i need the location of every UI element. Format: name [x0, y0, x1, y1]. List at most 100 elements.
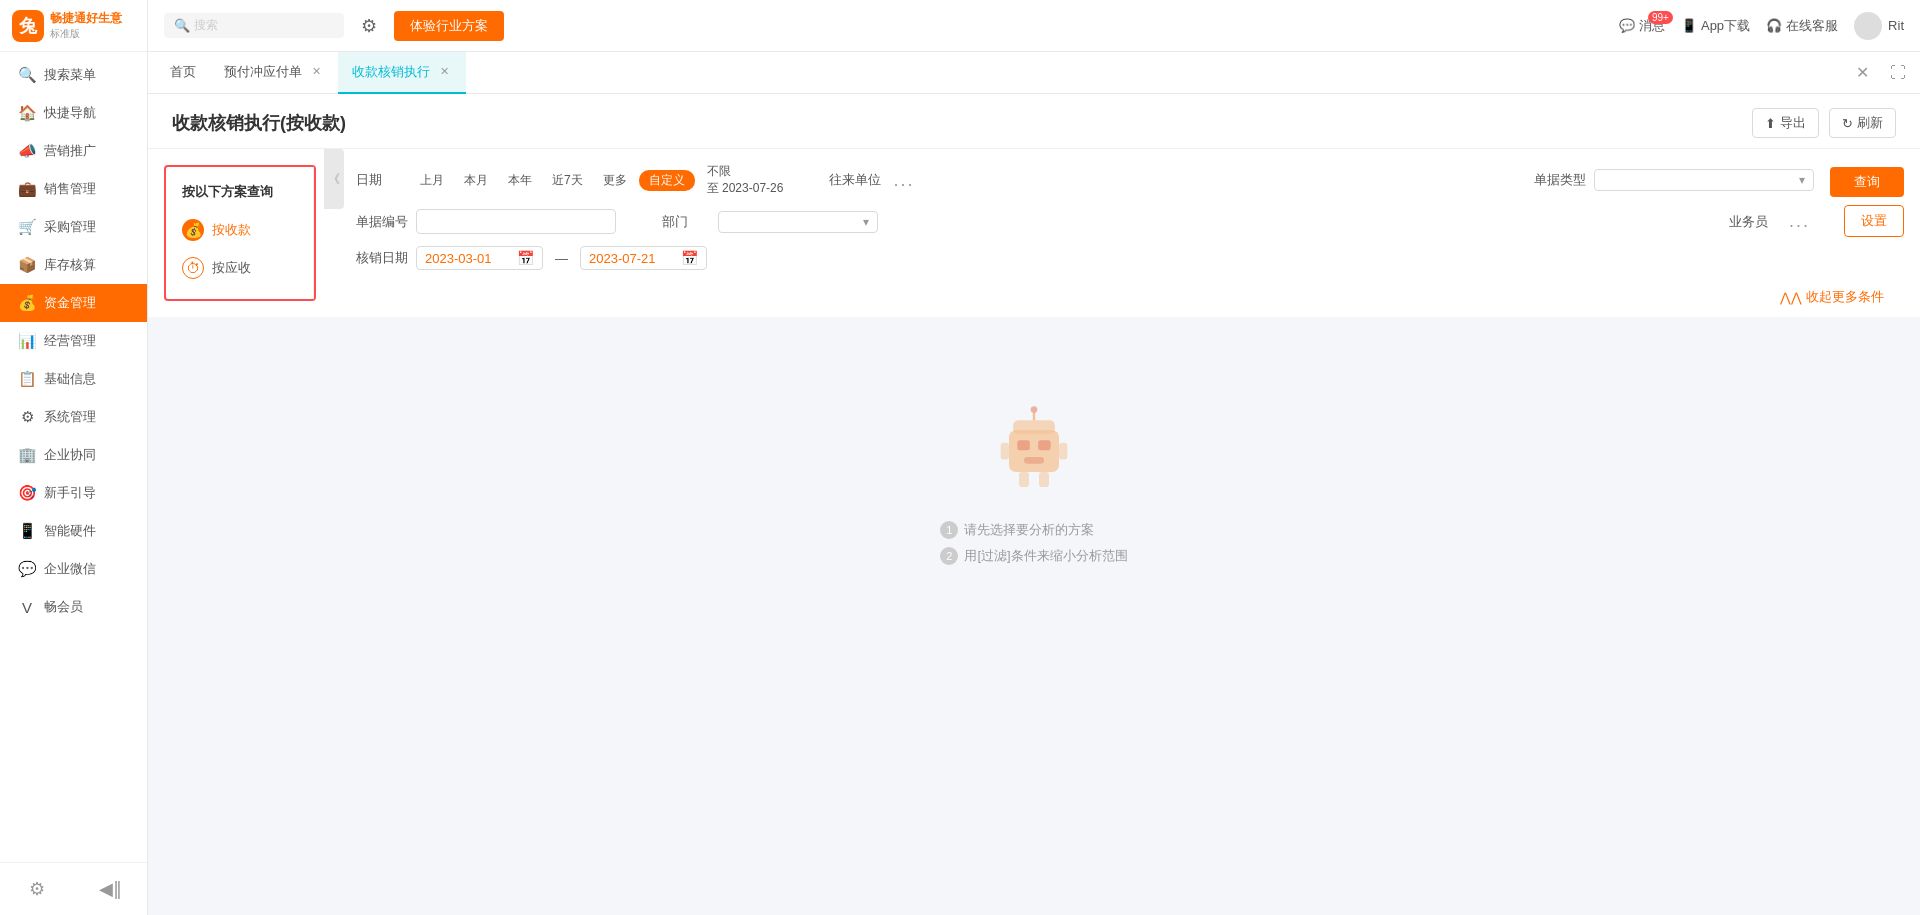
finance-icon: 💰 — [18, 294, 36, 312]
tab-expand-btn[interactable]: ⛶ — [1884, 59, 1912, 87]
topbar-right: 💬 消息 99+ 📱 App下载 🎧 在线客服 Rit — [1619, 12, 1904, 40]
date-custom-btn[interactable]: 自定义 — [639, 170, 695, 191]
filter-option-by-receivable[interactable]: ⏱ 按应收 — [166, 249, 313, 287]
counterpart-dots-btn[interactable]: ... — [889, 170, 918, 191]
basic-info-icon: 📋 — [18, 370, 36, 388]
tab-receipt-writeoff[interactable]: 收款核销执行 ✕ — [338, 52, 466, 94]
wechat-work-icon: 💬 — [18, 560, 36, 578]
filter-option-by-receipt[interactable]: 💰 按收款 — [166, 211, 313, 249]
date-this-month-btn[interactable]: 本月 — [456, 170, 496, 191]
query-button[interactable]: 查询 — [1830, 167, 1904, 197]
counterpart-field: 往来单位 ... — [829, 170, 918, 191]
collapse-chevron-icon: ⋀⋀ — [1780, 290, 1802, 305]
page-content: 收款核销执行(按收款) ⬆ 导出 ↻ 刷新 按以下方案查询 — [148, 94, 1920, 915]
writeoff-end-date[interactable]: 📅 — [580, 246, 707, 270]
filter-sidebar-collapse-btn[interactable]: 《 — [324, 149, 344, 209]
sidebar: 兔 畅捷通好生意 标准版 🔍 搜索菜单 🏠 快捷导航 📣 营销推广 💼 销售管理… — [0, 0, 148, 915]
salesperson-dots-btn[interactable]: ... — [1785, 211, 1814, 232]
user-area[interactable]: Rit — [1854, 12, 1904, 40]
date-label: 日期 — [356, 171, 404, 189]
topbar-gear-btn[interactable]: ⚙ — [354, 11, 384, 41]
step2-num: 2 — [940, 547, 958, 565]
doctype-chevron-icon: ▾ — [1799, 173, 1805, 187]
tab-prepayment-close[interactable]: ✕ — [308, 64, 324, 80]
writeoff-date-label: 核销日期 — [356, 249, 408, 267]
tab-close-all-btn[interactable]: ✕ — [1848, 59, 1876, 87]
doctype-field: 单据类型 ▾ — [1534, 169, 1814, 191]
svg-rect-1 — [1017, 440, 1030, 450]
smart-hw-icon: 📱 — [18, 522, 36, 540]
date-field: 日期 上月 本月 本年 近7天 更多 自定义 — [356, 163, 783, 197]
sidebar-collapse-btn[interactable]: ◀‖ — [94, 873, 126, 905]
filter-settings-button[interactable]: 设置 — [1844, 205, 1904, 237]
page-actions: ⬆ 导出 ↻ 刷新 — [1752, 108, 1896, 138]
writeoff-end-calendar-icon[interactable]: 📅 — [681, 250, 698, 266]
writeoff-start-date[interactable]: 📅 — [416, 246, 543, 270]
tab-prepayment[interactable]: 预付冲应付单 ✕ — [210, 52, 338, 94]
main-area: 🔍 搜索 ⚙ 体验行业方案 💬 消息 99+ 📱 App下载 🎧 在线客服 — [148, 0, 1920, 915]
sidebar-item-enterprise[interactable]: 🏢 企业协同 — [0, 436, 147, 474]
by-receivable-label: 按应收 — [212, 259, 251, 277]
date-last-month-btn[interactable]: 上月 — [412, 170, 452, 191]
date-range-separator: — — [555, 251, 568, 266]
topbar-search[interactable]: 🔍 搜索 — [164, 13, 344, 38]
dept-chevron-icon: ▾ — [863, 215, 869, 229]
filter-area: 按以下方案查询 💰 按收款 ⏱ 按应收 《 — [148, 149, 1920, 317]
collapse-more-btn[interactable]: ⋀⋀ 收起更多条件 — [356, 282, 1904, 312]
dept-select[interactable]: ▾ — [718, 211, 878, 233]
sidebar-settings-btn[interactable]: ⚙ — [21, 873, 53, 905]
solution-button[interactable]: 体验行业方案 — [394, 11, 504, 41]
export-button[interactable]: ⬆ 导出 — [1752, 108, 1819, 138]
logo-text: 畅捷通好生意 标准版 — [50, 11, 122, 40]
sidebar-item-purchase[interactable]: 🛒 采购管理 — [0, 208, 147, 246]
sidebar-item-search[interactable]: 🔍 搜索菜单 — [0, 56, 147, 94]
sidebar-item-wechat-work[interactable]: 💬 企业微信 — [0, 550, 147, 588]
sidebar-item-inventory[interactable]: 📦 库存核算 — [0, 246, 147, 284]
date-this-year-btn[interactable]: 本年 — [500, 170, 540, 191]
filter-row-3: 核销日期 📅 — 📅 — [356, 246, 1814, 270]
filter-sidebar: 按以下方案查询 💰 按收款 ⏱ 按应收 — [166, 167, 314, 299]
writeoff-date-field: 核销日期 📅 — 📅 — [356, 246, 707, 270]
sidebar-item-marketing[interactable]: 📣 营销推广 — [0, 132, 147, 170]
empty-illustration — [984, 397, 1084, 497]
svg-point-10 — [1031, 406, 1038, 413]
writeoff-start-input[interactable] — [425, 251, 513, 266]
user-avatar — [1854, 12, 1882, 40]
topbar: 🔍 搜索 ⚙ 体验行业方案 💬 消息 99+ 📱 App下载 🎧 在线客服 — [148, 0, 1920, 52]
docnumber-field: 单据编号 — [356, 209, 616, 234]
writeoff-end-input[interactable] — [589, 251, 677, 266]
dept-label: 部门 — [662, 213, 710, 231]
empty-step1: 1 请先选择要分析的方案 — [940, 517, 1127, 543]
docnumber-input[interactable] — [416, 209, 616, 234]
sidebar-item-sales[interactable]: 💼 销售管理 — [0, 170, 147, 208]
sidebar-item-finance[interactable]: 💰 资金管理 — [0, 284, 147, 322]
message-badge: 99+ — [1648, 11, 1673, 24]
sidebar-item-vip[interactable]: V 畅会员 — [0, 588, 147, 626]
sidebar-item-system[interactable]: ⚙ 系统管理 — [0, 398, 147, 436]
message-btn[interactable]: 💬 消息 99+ — [1619, 17, 1665, 35]
doctype-label: 单据类型 — [1534, 171, 1586, 189]
doctype-select[interactable]: ▾ — [1594, 169, 1814, 191]
online-service-btn[interactable]: 🎧 在线客服 — [1766, 17, 1838, 35]
salesperson-label: 业务员 — [1729, 213, 1777, 231]
inventory-icon: 📦 — [18, 256, 36, 274]
sidebar-item-basic-info[interactable]: 📋 基础信息 — [0, 360, 147, 398]
refresh-button[interactable]: ↻ 刷新 — [1829, 108, 1896, 138]
export-icon: ⬆ — [1765, 116, 1776, 131]
tab-home[interactable]: 首页 — [156, 52, 210, 94]
date-7days-btn[interactable]: 近7天 — [544, 170, 591, 191]
filter-fields: 日期 上月 本月 本年 近7天 更多 自定义 — [356, 163, 1814, 282]
topbar-left: 🔍 搜索 ⚙ 体验行业方案 — [164, 11, 504, 41]
sidebar-item-operations[interactable]: 📊 经营管理 — [0, 322, 147, 360]
sidebar-item-smart-hw[interactable]: 📱 智能硬件 — [0, 512, 147, 550]
tab-receipt-writeoff-close[interactable]: ✕ — [436, 64, 452, 80]
vip-icon: V — [18, 598, 36, 616]
by-receipt-icon: 💰 — [182, 219, 204, 241]
app-download-btn[interactable]: 📱 App下载 — [1681, 17, 1750, 35]
date-quick-btns: 上月 本月 本年 近7天 更多 自定义 — [412, 170, 695, 191]
salesperson-field: 业务员 ... — [1729, 211, 1814, 232]
date-more-btn[interactable]: 更多 — [595, 170, 635, 191]
sidebar-item-guide[interactable]: 🎯 新手引导 — [0, 474, 147, 512]
sidebar-item-quick-nav[interactable]: 🏠 快捷导航 — [0, 94, 147, 132]
writeoff-start-calendar-icon[interactable]: 📅 — [517, 250, 534, 266]
